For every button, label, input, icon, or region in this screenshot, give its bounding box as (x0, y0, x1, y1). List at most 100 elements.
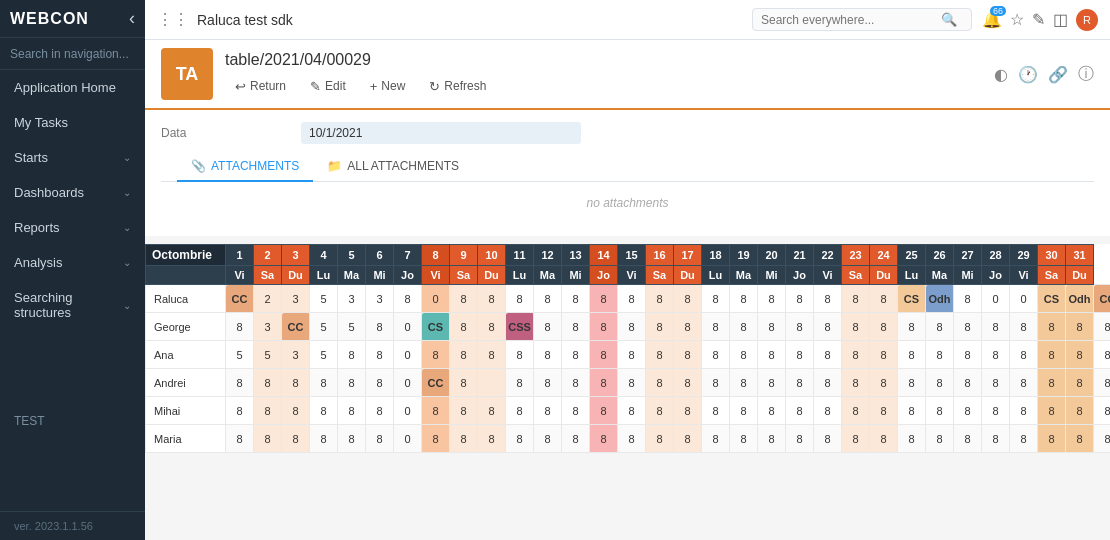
calendar-cell: CC (1094, 285, 1111, 313)
calendar-cell: 8 (478, 341, 506, 369)
calendar-cell: 8 (1094, 397, 1111, 425)
star-icon[interactable]: ☆ (1010, 10, 1024, 29)
calendar-cell: 8 (366, 341, 394, 369)
calendar-cell: 0 (422, 285, 450, 313)
edit-icon[interactable]: ✎ (1032, 10, 1045, 29)
calendar-cell: 8 (562, 285, 590, 313)
info-icon[interactable]: ⓘ (1078, 64, 1094, 85)
search-input[interactable] (761, 13, 941, 27)
calendar-cell: 5 (226, 341, 254, 369)
sidebar-item-searching-structures[interactable]: Searching structures ⌄ (0, 280, 145, 330)
tab-attachments[interactable]: 📎 ATTACHMENTS (177, 152, 313, 182)
calendar-cell: 8 (254, 397, 282, 425)
sidebar-collapse-button[interactable]: ‹ (129, 8, 135, 29)
calendar-cell: 8 (674, 397, 702, 425)
refresh-button[interactable]: ↻ Refresh (419, 75, 496, 98)
new-button[interactable]: + New (360, 75, 416, 98)
calendar-cell: 8 (226, 397, 254, 425)
row-name-cell: Ana (146, 341, 226, 369)
calendar-cell: 8 (1038, 369, 1066, 397)
calendar-cell: 8 (982, 369, 1010, 397)
chevron-down-icon: ⌄ (123, 187, 131, 198)
user-icon[interactable]: R (1076, 9, 1098, 31)
calendar-cell: 8 (702, 397, 730, 425)
sidebar-item-starts[interactable]: Starts ⌄ (0, 140, 145, 175)
calendar-cell: 8 (842, 341, 870, 369)
calendar-cell: 8 (870, 313, 898, 341)
calendar-cell (478, 369, 506, 397)
calendar-cell: 8 (422, 341, 450, 369)
layout-icon[interactable]: ◫ (1053, 10, 1068, 29)
calendar-cell: 8 (618, 369, 646, 397)
calendar-cell: 8 (758, 313, 786, 341)
sidebar-item-analysis[interactable]: Analysis ⌄ (0, 245, 145, 280)
calendar-cell: 5 (338, 313, 366, 341)
search-icon: 🔍 (941, 12, 957, 27)
calendar-cell: 8 (758, 285, 786, 313)
calendar-cell: 8 (702, 285, 730, 313)
calendar-cell: 8 (786, 425, 814, 453)
sidebar-item-my-tasks[interactable]: My Tasks (0, 105, 145, 140)
edit-button[interactable]: ✎ Edit (300, 75, 356, 98)
calendar-cell: 8 (814, 285, 842, 313)
calendar-cell: Odh (926, 285, 954, 313)
tab-all-attachments[interactable]: 📁 ALL ATTACHMENTS (313, 152, 473, 182)
calendar-cell: 8 (1010, 369, 1038, 397)
calendar-cell: 8 (1038, 425, 1066, 453)
calendar-cell: 0 (394, 425, 422, 453)
toggle-icon[interactable]: ◐ (994, 65, 1008, 84)
sidebar-item-reports[interactable]: Reports ⌄ (0, 210, 145, 245)
calendar-cell: 8 (926, 341, 954, 369)
calendar-cell: CC (282, 313, 310, 341)
calendar-cell: 5 (254, 341, 282, 369)
calendar-cell: 8 (282, 397, 310, 425)
calendar-cell: CS (898, 285, 926, 313)
topbar-icons: 🔔 66 ☆ ✎ ◫ R (982, 9, 1098, 31)
calendar-cell: 8 (338, 341, 366, 369)
notification-icon[interactable]: 🔔 66 (982, 10, 1002, 29)
calendar-cell: 8 (506, 425, 534, 453)
calendar-cell: 8 (982, 313, 1010, 341)
calendar-cell: 8 (730, 425, 758, 453)
calendar-cell: 8 (450, 425, 478, 453)
sidebar-search-label: Search in navigation... (10, 47, 129, 61)
chevron-down-icon: ⌄ (123, 300, 131, 311)
calendar-cell: 8 (1066, 397, 1094, 425)
clock-icon[interactable]: 🕐 (1018, 65, 1038, 84)
calendar-cell: 8 (562, 313, 590, 341)
topbar-search-container[interactable]: 🔍 (752, 8, 972, 31)
calendar-cell: 8 (758, 341, 786, 369)
link-icon[interactable]: 🔗 (1048, 65, 1068, 84)
calendar-cell: 8 (730, 369, 758, 397)
calendar-cell: 8 (814, 369, 842, 397)
sidebar-item-label: Application Home (14, 80, 116, 95)
topbar-title: Raluca test sdk (197, 12, 752, 28)
calendar-cell: 8 (282, 369, 310, 397)
calendar-cell: 8 (366, 397, 394, 425)
calendar-cell: 8 (646, 313, 674, 341)
sidebar-search-area[interactable]: Search in navigation... (0, 38, 145, 70)
calendar-cell: 3 (338, 285, 366, 313)
calendar-cell: 8 (786, 397, 814, 425)
calendar-cell: 8 (1010, 425, 1038, 453)
content-area: TA table/2021/04/00029 ↩ Return ✎ Edit +… (145, 40, 1110, 540)
calendar-cell: 8 (310, 425, 338, 453)
calendar-cell: 8 (982, 425, 1010, 453)
no-attachments-message: no attachments (161, 182, 1094, 224)
calendar-cell: 8 (534, 425, 562, 453)
calendar-cell: 8 (1010, 341, 1038, 369)
edit-icon: ✎ (310, 79, 321, 94)
item-path: table/2021/04/00029 (225, 51, 982, 69)
calendar-cell: 0 (394, 341, 422, 369)
calendar-cell: 8 (842, 397, 870, 425)
calendar-cell: 8 (562, 369, 590, 397)
return-button[interactable]: ↩ Return (225, 75, 296, 98)
calendar-cell: 8 (1094, 425, 1111, 453)
sidebar-item-dashboards[interactable]: Dashboards ⌄ (0, 175, 145, 210)
sidebar-item-application-home[interactable]: Application Home (0, 70, 145, 105)
form-area: Data 10/1/2021 📎 ATTACHMENTS 📁 ALL ATTAC… (145, 110, 1110, 236)
calendar-cell: 8 (310, 397, 338, 425)
calendar-cell: 8 (506, 285, 534, 313)
calendar-cell: 8 (674, 341, 702, 369)
data-label: Data (161, 126, 301, 140)
